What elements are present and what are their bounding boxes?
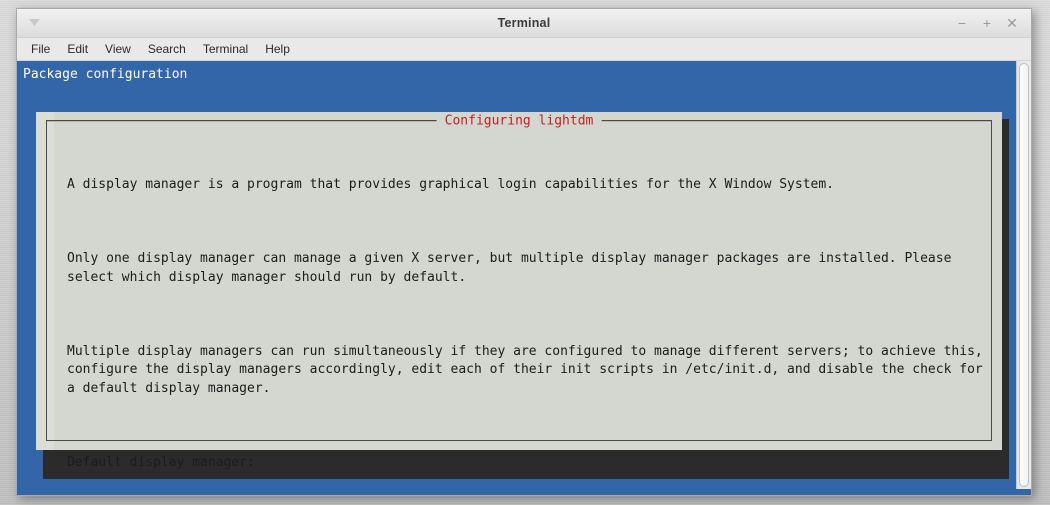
maximize-button[interactable]: + <box>980 16 994 30</box>
menu-item-view[interactable]: View <box>103 41 133 57</box>
window-bottom-filler <box>17 489 1031 495</box>
minimize-button[interactable]: − <box>955 16 969 30</box>
terminal-area: Package configuration Configuring lightd… <box>17 61 1031 489</box>
configuring-lightdm-dialog: Configuring lightdm A display manager is… <box>36 112 1002 470</box>
dialog-body: A display manager is a program that prov… <box>67 139 983 470</box>
package-configuration-header: Package configuration <box>23 67 188 82</box>
window-title: Terminal <box>497 16 551 30</box>
menu-item-search[interactable]: Search <box>146 41 188 57</box>
menu-item-terminal[interactable]: Terminal <box>201 41 250 57</box>
scrollbar-thumb[interactable] <box>1019 63 1029 487</box>
window-titlebar[interactable]: Terminal − + ✕ <box>17 9 1031 38</box>
dialog-paragraph-1: A display manager is a program that prov… <box>67 177 835 192</box>
dialog-paragraph-3: Multiple display managers can run simult… <box>67 343 983 396</box>
menubar: File Edit View Search Terminal Help <box>17 38 1031 61</box>
dialog-paragraph-4: Default display manager: <box>67 454 255 470</box>
terminal-scrollbar[interactable] <box>1016 61 1031 489</box>
dialog-title: Configuring lightdm <box>436 113 602 129</box>
menu-item-edit[interactable]: Edit <box>65 41 90 57</box>
close-button[interactable]: ✕ <box>1005 16 1019 30</box>
terminal-window: Terminal − + ✕ File Edit View Search Ter… <box>16 8 1032 496</box>
menu-item-help[interactable]: Help <box>263 41 292 57</box>
menu-item-file[interactable]: File <box>29 41 52 57</box>
chevron-down-icon[interactable] <box>23 19 45 27</box>
terminal-screen[interactable]: Package configuration Configuring lightd… <box>17 61 1016 489</box>
dialog-paragraph-2: Only one display manager can manage a gi… <box>67 251 952 285</box>
dialog-inner-frame: Configuring lightdm A display manager is… <box>46 113 992 470</box>
window-controls: − + ✕ <box>955 16 1031 30</box>
